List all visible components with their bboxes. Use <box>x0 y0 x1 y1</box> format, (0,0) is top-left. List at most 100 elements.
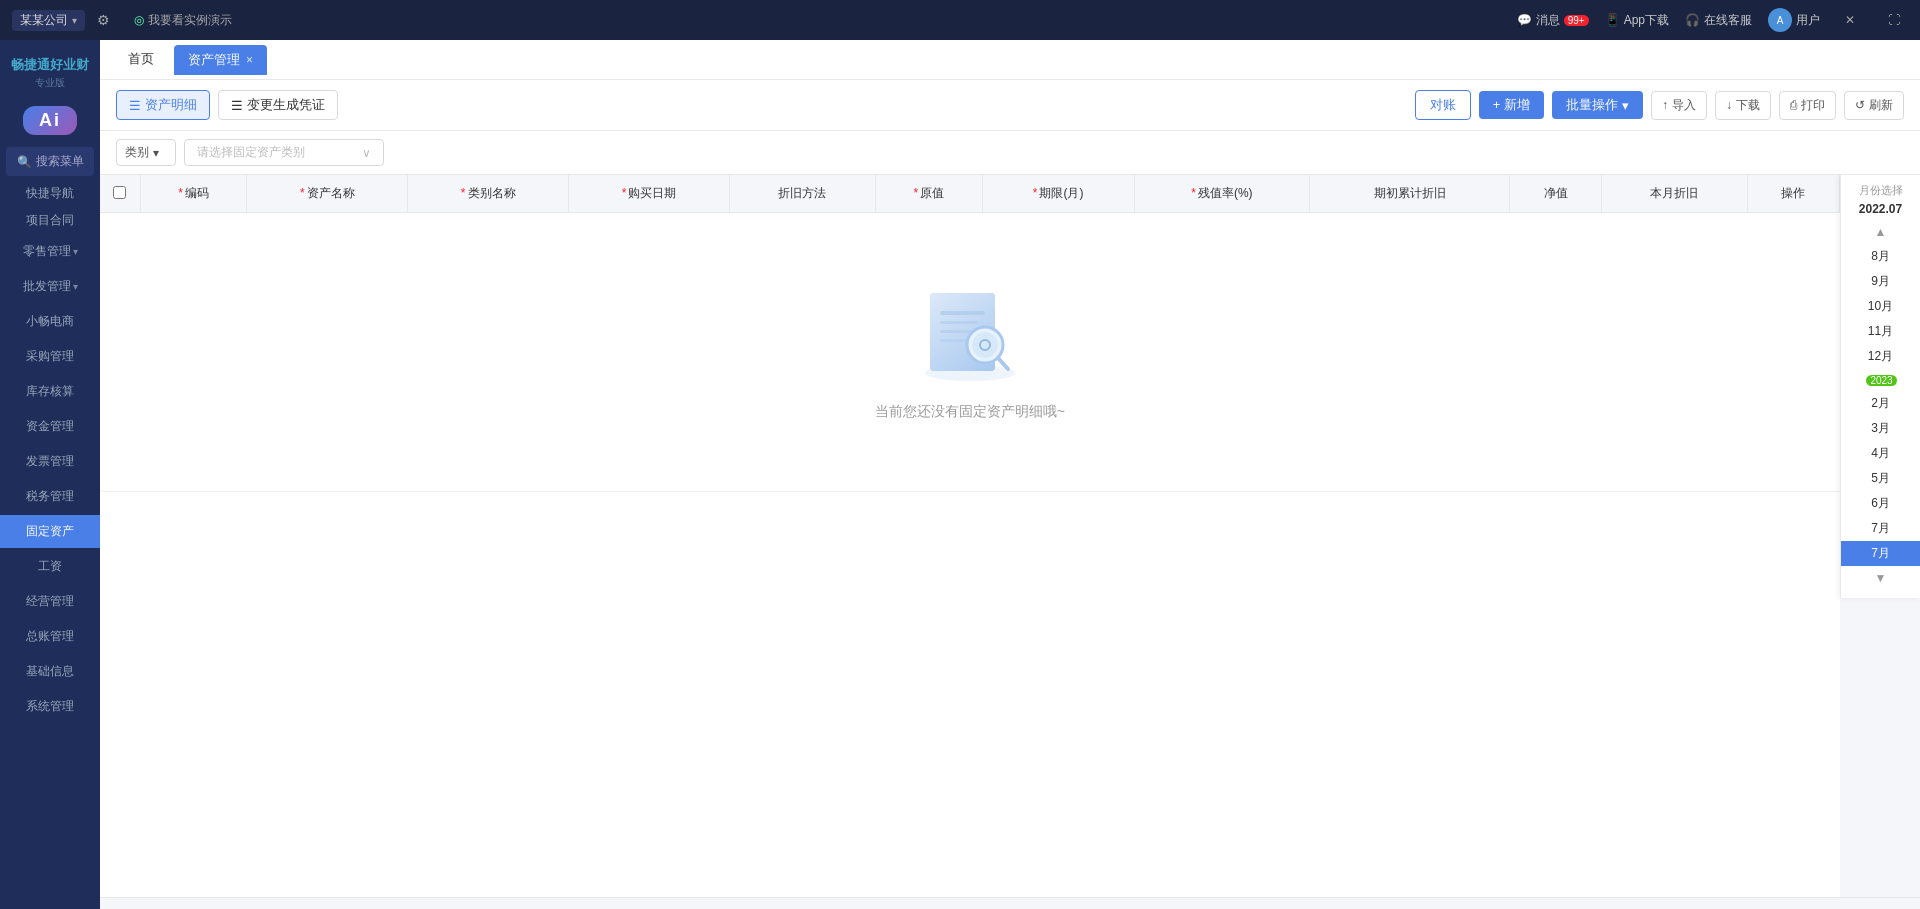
sidebar-item-purchase-management[interactable]: 采购管理 <box>0 340 100 373</box>
message-icon: 💬 <box>1517 13 1532 27</box>
year-2023-item[interactable]: 2023 <box>1841 369 1920 391</box>
refresh-button[interactable]: ↺ 刷新 <box>1844 91 1904 120</box>
import-button[interactable]: ↑ 导入 <box>1651 91 1707 120</box>
month-item-11[interactable]: 11月 <box>1841 319 1920 344</box>
sidebar-search[interactable]: 🔍 搜索菜单 <box>6 147 94 176</box>
sidebar-label-tax: 税务管理 <box>26 488 74 505</box>
sidebar-item-fixed-assets[interactable]: 固定资产 <box>0 515 100 548</box>
subtab-asset-detail-label: 资产明细 <box>145 96 197 114</box>
sidebar-item-project-contract[interactable]: 项目合同 <box>6 208 94 233</box>
sidebar-item-wholesale-management[interactable]: 批发管理 ▾ <box>0 270 100 303</box>
sidebar-item-inventory[interactable]: 库存核算 <box>0 375 100 408</box>
reconcile-button[interactable]: 对账 <box>1415 90 1471 120</box>
sidebar-label-project-contract: 项目合同 <box>26 212 74 229</box>
empty-state: 当前您还没有固定资产明细哦~ <box>108 223 1832 481</box>
svg-point-8 <box>972 332 998 358</box>
demo-icon: ◎ <box>134 13 144 27</box>
month-nav-up-button[interactable]: ▲ <box>1869 220 1893 244</box>
tab-home-label: 首页 <box>128 51 154 66</box>
sidebar-item-fund-management[interactable]: 资金管理 <box>0 410 100 443</box>
tab-asset-management[interactable]: 资产管理 × <box>174 45 267 75</box>
category-select[interactable]: 类别 ▾ <box>116 139 176 166</box>
company-name: 某某公司 <box>20 12 68 29</box>
tab-home[interactable]: 首页 <box>112 42 170 78</box>
batch-button[interactable]: 批量操作 ▾ <box>1552 91 1643 119</box>
online-service-item[interactable]: 🎧 在线客服 <box>1685 12 1752 29</box>
sidebar-item-general-ledger[interactable]: 总账管理 <box>0 620 100 653</box>
month-panel: 月份选择 2022.07 ▲ 8月 9月 10月 11月 12月 2023 2月… <box>1840 175 1920 598</box>
th-net-value: 净值 <box>1510 175 1602 213</box>
sidebar-label-purchase: 采购管理 <box>26 348 74 365</box>
month-item-5[interactable]: 6月 <box>1841 491 1920 516</box>
month-item-7[interactable]: 7月 <box>1841 541 1920 566</box>
add-button[interactable]: + 新增 <box>1479 91 1544 119</box>
app-download-item[interactable]: 📱 App下载 <box>1605 12 1669 29</box>
ai-area: Ai <box>0 102 100 143</box>
refresh-icon: ↺ <box>1855 98 1865 112</box>
th-name: *资产名称 <box>247 175 408 213</box>
select-all-checkbox[interactable] <box>113 186 126 199</box>
month-item-9[interactable]: 9月 <box>1841 269 1920 294</box>
demo-link[interactable]: ◎ 我要看实例演示 <box>134 12 232 29</box>
print-button[interactable]: ⎙ 打印 <box>1779 91 1836 120</box>
month-item-6[interactable]: 7月 <box>1841 516 1920 541</box>
bottom-scrollbar[interactable] <box>100 897 1920 909</box>
empty-text: 当前您还没有固定资产明细哦~ <box>875 403 1065 421</box>
company-selector[interactable]: 某某公司 ▾ <box>12 10 85 31</box>
month-item-2[interactable]: 3月 <box>1841 416 1920 441</box>
month-item-12[interactable]: 12月 <box>1841 344 1920 369</box>
window-close-button[interactable]: ✕ <box>1836 6 1864 34</box>
sidebar-label-fund: 资金管理 <box>26 418 74 435</box>
sidebar-item-quick-nav[interactable]: 快捷导航 <box>6 181 94 206</box>
demo-text: 我要看实例演示 <box>148 12 232 29</box>
month-item-1[interactable]: 2月 <box>1841 391 1920 416</box>
batch-dropdown-icon: ▾ <box>1622 98 1629 113</box>
filter-arrow-icon: ∨ <box>362 146 371 160</box>
sidebar-item-tax-management[interactable]: 税务管理 <box>0 480 100 513</box>
topbar: 某某公司 ▾ ⚙ ◎ 我要看实例演示 💬 消息 99+ 📱 App下载 🎧 在线… <box>0 0 1920 40</box>
sidebar-label-general-ledger: 总账管理 <box>26 628 74 645</box>
empty-state-cell: 当前您还没有固定资产明细哦~ <box>100 213 1840 492</box>
month-item-8[interactable]: 8月 <box>1841 244 1920 269</box>
message-item[interactable]: 💬 消息 99+ <box>1517 12 1589 29</box>
sidebar-label-basic-info: 基础信息 <box>26 663 74 680</box>
ai-badge: Ai <box>23 106 77 135</box>
sidebar-item-salary[interactable]: 工资 <box>0 550 100 583</box>
sidebar-label-quick-nav: 快捷导航 <box>26 185 74 202</box>
category-input[interactable]: 请选择固定资产类别 ∨ <box>184 139 384 166</box>
sidebar-item-operation-management[interactable]: 经营管理 <box>0 585 100 618</box>
th-code: *编码 <box>140 175 247 213</box>
th-purchase-date: *购买日期 <box>569 175 730 213</box>
sidebar-item-system-management[interactable]: 系统管理 <box>0 690 100 723</box>
search-label: 搜索菜单 <box>36 153 84 170</box>
subtab-asset-detail[interactable]: ☰ 资产明细 <box>116 90 210 120</box>
empty-illustration <box>910 283 1030 383</box>
month-item-3[interactable]: 4月 <box>1841 441 1920 466</box>
user-item[interactable]: A 用户 <box>1768 8 1820 32</box>
sidebar-item-basic-info[interactable]: 基础信息 <box>0 655 100 688</box>
sidebar-label-ecommerce: 小畅电商 <box>26 313 74 330</box>
subtab-change-voucher[interactable]: ☰ 变更生成凭证 <box>218 90 338 120</box>
sidebar-item-retail-management[interactable]: 零售管理 ▾ <box>0 235 100 268</box>
sidebar-label-retail: 零售管理 <box>23 243 71 260</box>
month-item-10[interactable]: 10月 <box>1841 294 1920 319</box>
download-button[interactable]: ↓ 下载 <box>1715 91 1771 120</box>
svg-rect-3 <box>940 311 985 315</box>
main-layout: 畅捷通好业财 专业版 Ai 🔍 搜索菜单 快捷导航 项目合同 零售管理 ▾ 批发… <box>0 40 1920 909</box>
svg-rect-6 <box>940 339 970 342</box>
sidebar-label-wholesale: 批发管理 <box>23 278 71 295</box>
settings-icon[interactable]: ⚙ <box>97 12 110 28</box>
month-item-4[interactable]: 5月 <box>1841 466 1920 491</box>
change-voucher-icon: ☰ <box>231 98 243 113</box>
window-expand-button[interactable]: ⛶ <box>1880 6 1908 34</box>
sidebar-label-fixed-assets: 固定资产 <box>26 523 74 540</box>
sidebar-label-salary: 工资 <box>38 558 62 575</box>
month-year: 2022.07 <box>1859 202 1902 216</box>
asset-table: *编码 *资产名称 *类别名称 *购买日期 折旧方法 *原值 *期限(月) *残… <box>100 175 1840 492</box>
sidebar-item-invoice-management[interactable]: 发票管理 <box>0 445 100 478</box>
month-nav-down-button[interactable]: ▼ <box>1869 566 1893 590</box>
retail-arrow-icon: ▾ <box>73 246 78 257</box>
company-chevron-icon: ▾ <box>72 15 77 26</box>
sidebar-item-ecommerce[interactable]: 小畅电商 <box>0 305 100 338</box>
tab-close-icon[interactable]: × <box>246 53 253 67</box>
